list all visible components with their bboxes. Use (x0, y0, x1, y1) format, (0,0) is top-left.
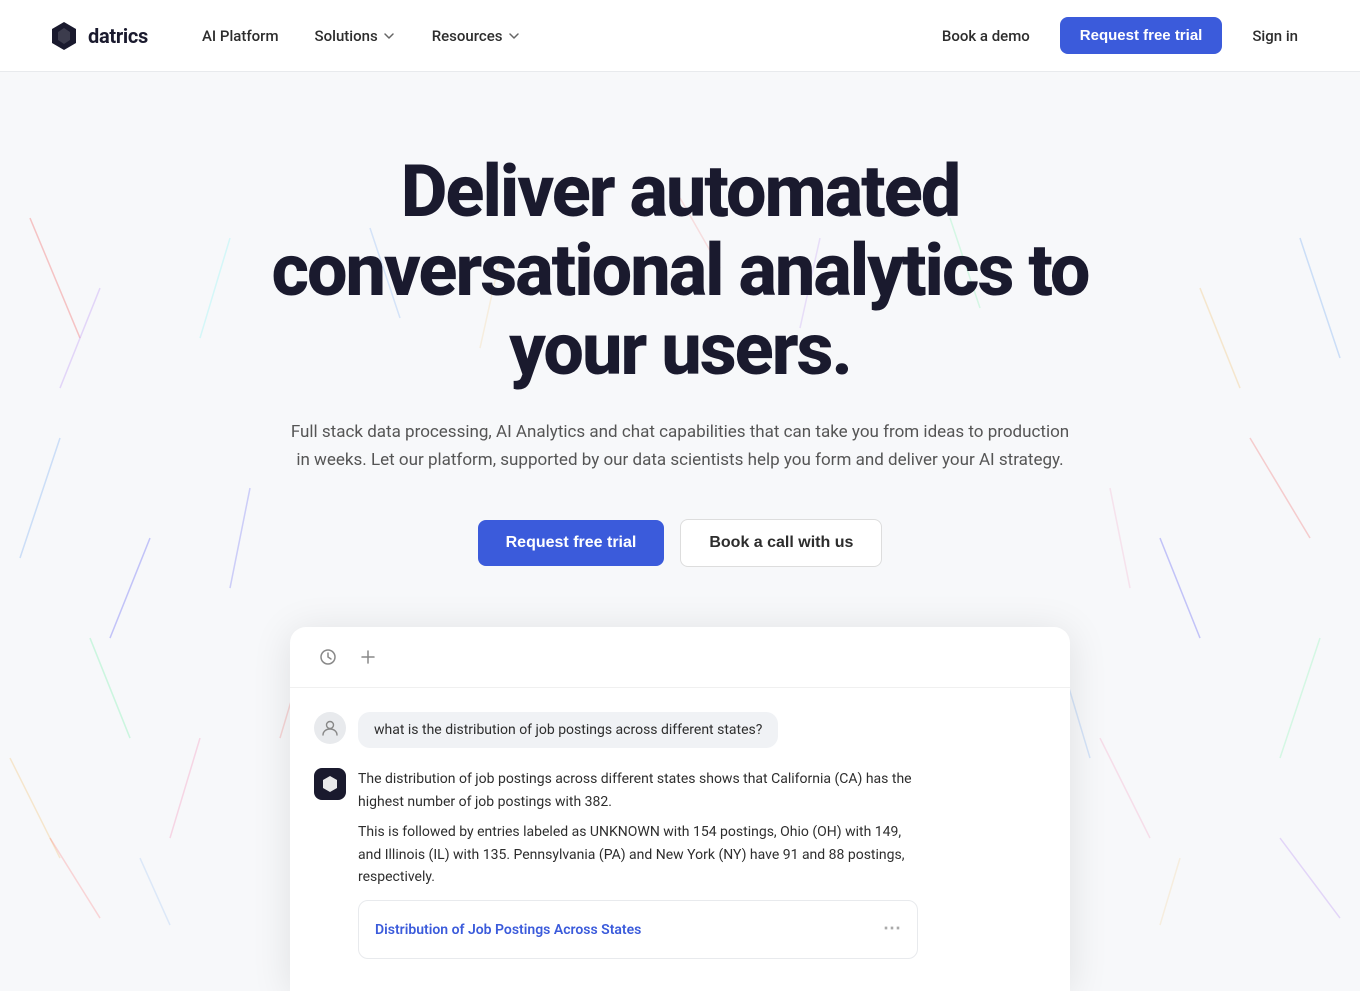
chat-preview-card: what is the distribution of job postings… (290, 627, 1070, 991)
chat-history-button[interactable] (314, 643, 342, 671)
nav-resources[interactable]: Resources (418, 19, 535, 53)
ai-response-text: The distribution of job postings across … (358, 768, 918, 959)
user-message-bubble: what is the distribution of job postings… (358, 712, 778, 748)
hero-content: Deliver automated conversational analyti… (48, 152, 1312, 991)
hero-title: Deliver automated conversational analyti… (230, 152, 1130, 390)
hero-request-free-trial-button[interactable]: Request free trial (478, 520, 665, 566)
nav-actions: Book a demo Request free trial Sign in (928, 17, 1312, 54)
hero-cta-group: Request free trial Book a call with us (48, 519, 1312, 567)
chat-body: what is the distribution of job postings… (290, 688, 1070, 991)
ai-logo-icon (321, 775, 339, 793)
chart-options-button[interactable]: ⋯ (883, 915, 901, 944)
chat-header (290, 627, 1070, 688)
ai-avatar (314, 768, 346, 800)
chart-card-header: Distribution of Job Postings Across Stat… (375, 915, 901, 944)
hero-section: Deliver automated conversational analyti… (0, 72, 1360, 991)
plus-icon (359, 648, 377, 666)
user-icon (321, 719, 339, 737)
logo-text: datrics (88, 24, 148, 48)
nav-request-free-trial-button[interactable]: Request free trial (1060, 17, 1223, 54)
logo-icon (48, 20, 80, 52)
nav-book-demo-link[interactable]: Book a demo (928, 19, 1044, 53)
chart-title: Distribution of Job Postings Across Stat… (375, 919, 641, 941)
hero-subtitle: Full stack data processing, AI Analytics… (290, 418, 1070, 476)
navbar: datrics AI Platform Solutions Resources … (0, 0, 1360, 72)
hero-book-call-button[interactable]: Book a call with us (680, 519, 882, 567)
nav-solutions[interactable]: Solutions (301, 19, 410, 53)
resources-chevron-icon (507, 29, 521, 43)
user-avatar (314, 712, 346, 744)
chat-new-button[interactable] (354, 643, 382, 671)
nav-sign-in-link[interactable]: Sign in (1238, 19, 1312, 53)
logo-link[interactable]: datrics (48, 20, 148, 52)
ai-response-line-2: This is followed by entries labeled as U… (358, 821, 918, 888)
chat-user-message: what is the distribution of job postings… (314, 712, 1046, 748)
solutions-chevron-icon (382, 29, 396, 43)
chart-card: Distribution of Job Postings Across Stat… (358, 900, 918, 959)
history-icon (319, 648, 337, 666)
chat-ai-message: The distribution of job postings across … (314, 768, 1046, 959)
ai-response-line-1: The distribution of job postings across … (358, 768, 918, 813)
nav-ai-platform[interactable]: AI Platform (188, 19, 293, 53)
nav-links: AI Platform Solutions Resources (188, 19, 928, 53)
